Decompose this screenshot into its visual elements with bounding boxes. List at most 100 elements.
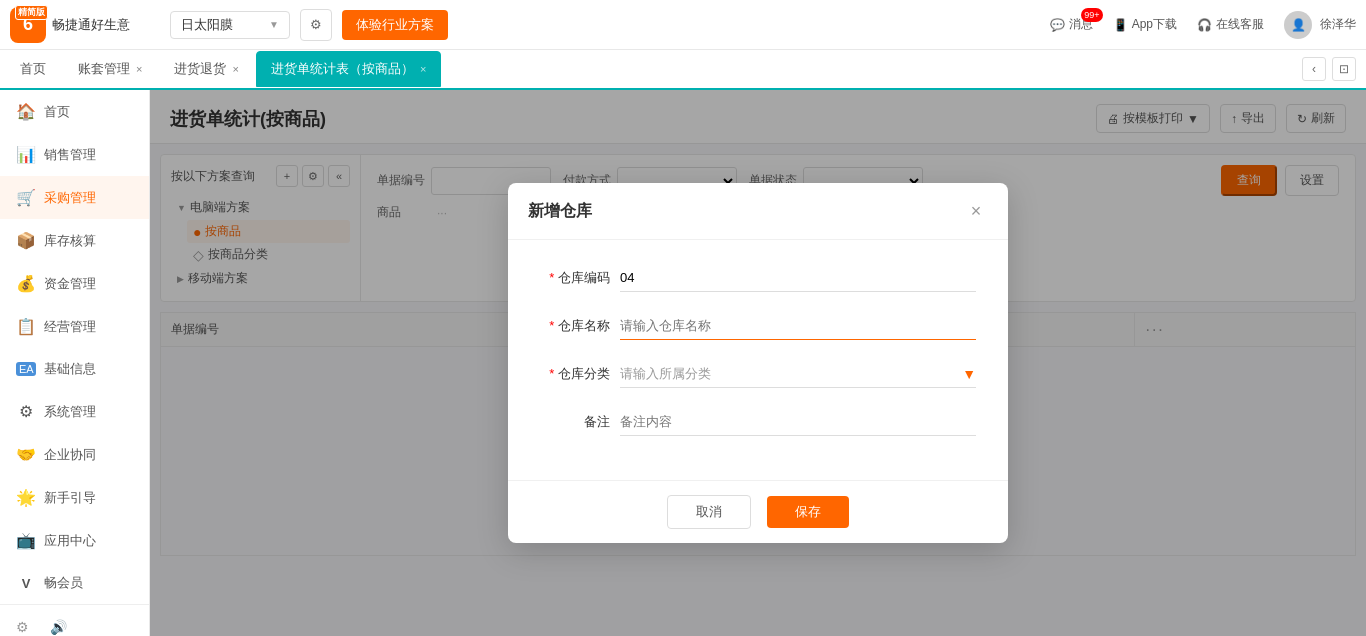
sidebar-settings-btn[interactable]: ⚙ — [8, 613, 36, 636]
message-badge: 99+ — [1081, 8, 1102, 22]
store-selector[interactable]: 日太阳膜 ▼ — [170, 11, 290, 39]
app-download-item[interactable]: 📱 App下载 — [1113, 16, 1177, 33]
save-button[interactable]: 保存 — [767, 496, 849, 528]
sidebar-sound-btn[interactable]: 🔊 — [44, 613, 72, 636]
tab-return-close[interactable]: × — [232, 63, 238, 75]
sidebar-item-system[interactable]: ⚙ 系统管理 — [0, 390, 149, 433]
tab-prev-button[interactable]: ‹ — [1302, 57, 1326, 81]
sidebar-item-home[interactable]: 🏠 首页 — [0, 90, 149, 133]
sidebar-item-apps[interactable]: 📺 应用中心 — [0, 519, 149, 562]
tab-account-close[interactable]: × — [136, 63, 142, 75]
sidebar-item-apps-label: 应用中心 — [44, 532, 96, 550]
message-icon: 💬 — [1050, 18, 1065, 32]
sidebar-item-basic[interactable]: EA 基础信息 — [0, 348, 149, 390]
gear-button[interactable]: ⚙ — [300, 9, 332, 41]
form-row-category: * 仓库分类 请输入所属分类 ▼ — [540, 360, 976, 388]
tab-stats-close[interactable]: × — [420, 63, 426, 75]
tab-next-button[interactable]: ⊡ — [1332, 57, 1356, 81]
form-row-name: * 仓库名称 — [540, 312, 976, 340]
app-download-label: App下载 — [1132, 16, 1177, 33]
message-item[interactable]: 💬 消息 99+ — [1050, 16, 1093, 33]
sidebar-item-enterprise-label: 企业协同 — [44, 446, 96, 464]
store-dropdown-icon: ▼ — [269, 19, 279, 30]
brand-text: 畅捷通好生意 — [52, 17, 130, 33]
category-dropdown-arrow[interactable]: ▼ — [962, 366, 976, 382]
home-icon: 🏠 — [16, 102, 36, 121]
form-row-code: * 仓库编码 — [540, 264, 976, 292]
sidebar-item-basic-label: 基础信息 — [44, 360, 96, 378]
guide-icon: 🌟 — [16, 488, 36, 507]
tab-home[interactable]: 首页 — [5, 51, 61, 87]
required-star-name: * — [549, 318, 554, 333]
inventory-icon: 📦 — [16, 231, 36, 250]
gear-icon: ⚙ — [310, 17, 322, 32]
sidebar-item-operations-label: 经营管理 — [44, 318, 96, 336]
purchase-icon: 🛒 — [16, 188, 36, 207]
brand-line1: 畅捷通好生意 — [52, 17, 130, 33]
finance-icon: 💰 — [16, 274, 36, 293]
enterprise-icon: 🤝 — [16, 445, 36, 464]
remark-input[interactable] — [620, 408, 976, 436]
sidebar-item-system-label: 系统管理 — [44, 403, 96, 421]
sidebar-item-guide[interactable]: 🌟 新手引导 — [0, 476, 149, 519]
sidebar-item-member-label: 畅会员 — [44, 574, 83, 592]
tab-bar: 首页 账套管理 × 进货退货 × 进货单统计表（按商品） × ‹ ⊡ — [0, 50, 1366, 90]
store-name: 日太阳膜 — [181, 16, 264, 34]
user-avatar: 👤 — [1284, 11, 1312, 39]
sidebar-item-finance-label: 资金管理 — [44, 275, 96, 293]
category-select[interactable]: 请输入所属分类 — [620, 360, 962, 387]
tab-return[interactable]: 进货退货 × — [159, 51, 253, 87]
code-label: * 仓库编码 — [540, 269, 620, 287]
sidebar-item-inventory[interactable]: 📦 库存核算 — [0, 219, 149, 262]
tab-return-label: 进货退货 — [174, 60, 226, 78]
sidebar-item-enterprise[interactable]: 🤝 企业协同 — [0, 433, 149, 476]
remark-label: 备注 — [540, 413, 620, 431]
online-service-item[interactable]: 🎧 在线客服 — [1197, 16, 1264, 33]
logo-icon: 6 精简版 — [10, 7, 46, 43]
sidebar-bottom: ⚙ 🔊 — [0, 604, 149, 636]
form-row-remark: 备注 — [540, 408, 976, 436]
modal-title: 新增仓库 — [528, 201, 592, 222]
code-input[interactable] — [620, 264, 976, 292]
sidebar-item-sales-label: 销售管理 — [44, 146, 96, 164]
top-right-area: 💬 消息 99+ 📱 App下载 🎧 在线客服 👤 徐泽华 — [1050, 11, 1356, 39]
user-item[interactable]: 👤 徐泽华 — [1284, 11, 1356, 39]
modal-header: 新增仓库 × — [508, 183, 1008, 240]
sales-icon: 📊 — [16, 145, 36, 164]
sidebar-item-finance[interactable]: 💰 资金管理 — [0, 262, 149, 305]
top-bar: 6 精简版 畅捷通好生意 日太阳膜 ▼ ⚙ 体验行业方案 💬 消息 99+ 📱 … — [0, 0, 1366, 50]
sidebar-item-operations[interactable]: 📋 经营管理 — [0, 305, 149, 348]
tab-account-label: 账套管理 — [78, 60, 130, 78]
modal-footer: 取消 保存 — [508, 480, 1008, 543]
required-star-code: * — [549, 270, 554, 285]
member-icon: V — [16, 576, 36, 591]
modal-close-button[interactable]: × — [964, 199, 988, 223]
tab-home-label: 首页 — [20, 60, 46, 78]
tab-bar-controls: ‹ ⊡ — [1302, 57, 1361, 81]
cancel-button[interactable]: 取消 — [667, 495, 751, 529]
sidebar-item-guide-label: 新手引导 — [44, 489, 96, 507]
sidebar-item-purchase[interactable]: 🛒 采购管理 — [0, 176, 149, 219]
modal-body: * 仓库编码 * 仓库名称 — [508, 240, 1008, 480]
user-name: 徐泽华 — [1320, 16, 1356, 33]
online-service-label: 在线客服 — [1216, 16, 1264, 33]
sidebar-item-sales[interactable]: 📊 销售管理 — [0, 133, 149, 176]
trial-button[interactable]: 体验行业方案 — [342, 10, 448, 40]
headset-icon: 🎧 — [1197, 18, 1212, 32]
sidebar-item-member[interactable]: V 畅会员 — [0, 562, 149, 604]
phone-icon: 📱 — [1113, 18, 1128, 32]
tab-account[interactable]: 账套管理 × — [63, 51, 157, 87]
tab-stats-label: 进货单统计表（按商品） — [271, 60, 414, 78]
sidebar-item-purchase-label: 采购管理 — [44, 189, 96, 207]
name-input[interactable] — [620, 312, 976, 340]
operations-icon: 📋 — [16, 317, 36, 336]
category-label: * 仓库分类 — [540, 365, 620, 383]
apps-icon: 📺 — [16, 531, 36, 550]
basic-icon: EA — [16, 362, 36, 376]
tab-stats[interactable]: 进货单统计表（按商品） × — [256, 51, 441, 87]
main-layout: 🏠 首页 📊 销售管理 🛒 采购管理 📦 库存核算 💰 资金管理 📋 经营管理 … — [0, 90, 1366, 636]
sidebar-item-home-label: 首页 — [44, 103, 70, 121]
system-icon: ⚙ — [16, 402, 36, 421]
logo-badge: 精简版 — [15, 5, 48, 20]
content-area: 进货单统计(按商品) 🖨 按模板打印 ▼ ↑ 导出 ↻ 刷新 — [150, 90, 1366, 636]
